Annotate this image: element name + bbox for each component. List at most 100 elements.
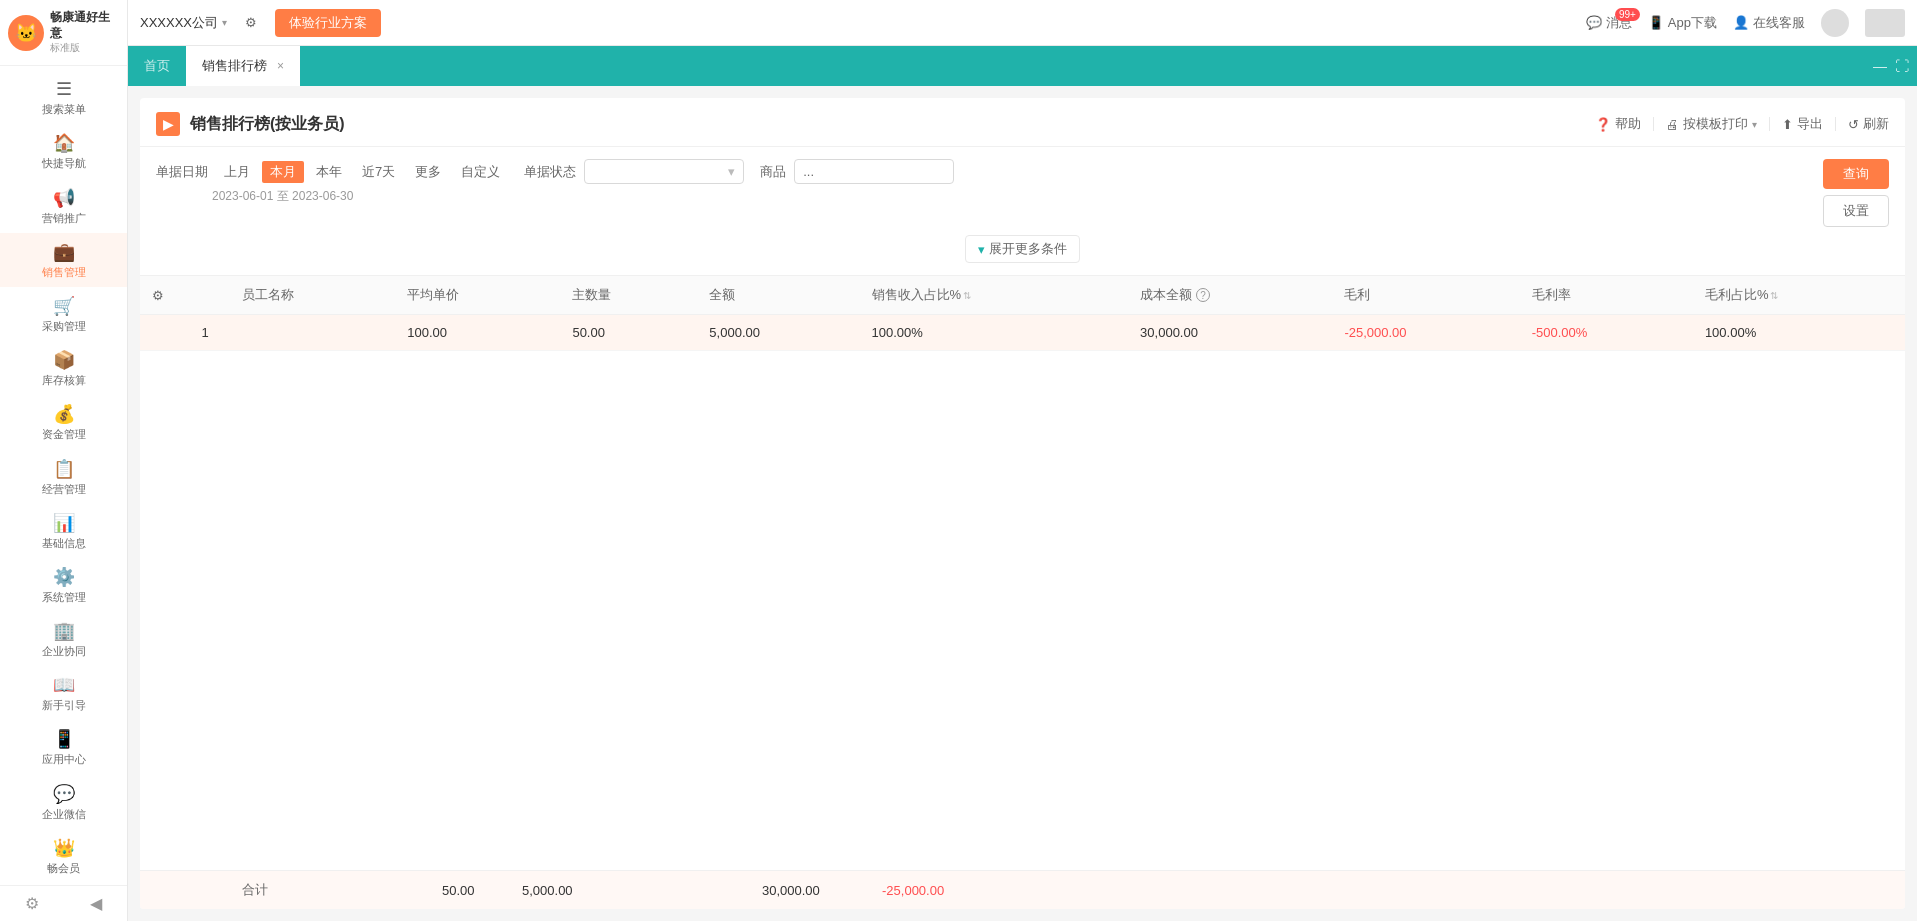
sidebar-item-finance-label: 资金管理 <box>42 428 86 441</box>
trial-button[interactable]: 体验行业方案 <box>275 9 381 37</box>
col-cost: 成本全额 ? <box>1128 276 1332 315</box>
marketing-icon: 📢 <box>53 187 75 209</box>
status-filter-item: 单据状态 ▾ <box>524 159 744 184</box>
sidebar-item-basic-label: 基础信息 <box>42 537 86 550</box>
app-download-icon: 📱 <box>1648 15 1664 30</box>
col-amount: 全额 <box>697 276 859 315</box>
sidebar-item-wechat[interactable]: 💬 企业微信 <box>0 775 127 829</box>
back-arrow-icon: ▶ <box>163 116 174 132</box>
status-select[interactable]: ▾ <box>584 159 744 184</box>
page-title: 销售排行榜(按业务员) <box>190 114 345 135</box>
sidebar-item-inventory[interactable]: 📦 库存核算 <box>0 341 127 395</box>
col-qty: 主数量 <box>560 276 697 315</box>
date-tab-this-year[interactable]: 本年 <box>308 161 350 183</box>
col-profit-pct[interactable]: 毛利占比% ⇅ <box>1693 276 1905 315</box>
export-icon: ⬆ <box>1782 117 1793 132</box>
app-download-label: App下载 <box>1668 14 1717 32</box>
col-cost-info-icon[interactable]: ? <box>1196 288 1210 302</box>
company-dropdown-icon: ▾ <box>222 17 227 28</box>
sidebar-item-apps[interactable]: 📱 应用中心 <box>0 720 127 774</box>
user-avatar[interactable] <box>1821 9 1849 37</box>
window-minimize-icon[interactable]: — <box>1873 58 1887 74</box>
company-selector[interactable]: XXXXXX公司 ▾ <box>140 14 227 32</box>
col-amount-label: 全额 <box>709 287 735 302</box>
user-menu[interactable] <box>1865 9 1905 37</box>
table-cell: 100.00 <box>395 315 560 351</box>
status-filter-label: 单据状态 <box>524 163 576 181</box>
setting-button[interactable]: 设置 <box>1823 195 1889 227</box>
sidebar-item-basic[interactable]: 📊 基础信息 <box>0 504 127 558</box>
table-cell: 50.00 <box>560 315 697 351</box>
filter-wrapper: 单据日期 上月 本月 本年 近7天 更多 自定义 <box>156 159 1889 227</box>
app-download-button[interactable]: 📱 App下载 <box>1648 14 1717 32</box>
tab-sales-ranking[interactable]: 销售排行榜 × <box>186 46 300 86</box>
date-tab-7days[interactable]: 近7天 <box>354 161 403 183</box>
sidebar-item-member[interactable]: 👑 畅会员 <box>0 829 127 883</box>
back-arrow-button[interactable]: ▶ <box>156 112 180 136</box>
logo-text-block: 畅康通好生意 标准版 <box>50 10 119 55</box>
wechat-icon: 💬 <box>53 783 75 805</box>
filter-area: 单据日期 上月 本月 本年 近7天 更多 自定义 <box>140 147 1905 276</box>
online-service-button[interactable]: 👤 在线客服 <box>1733 14 1805 32</box>
sidebar-settings-button[interactable]: ⚙ <box>25 894 39 913</box>
sort-profit-pct-icon[interactable]: ⇅ <box>1770 290 1778 301</box>
sidebar-item-sales[interactable]: 💼 销售管理 <box>0 233 127 287</box>
sidebar-item-purchase[interactable]: 🛒 采购管理 <box>0 287 127 341</box>
sidebar-item-finance[interactable]: 💰 资金管理 <box>0 395 127 449</box>
expand-button[interactable]: ▾ 展开更多条件 <box>965 235 1080 263</box>
goods-filter-label: 商品 <box>760 163 786 181</box>
table-area: ⚙ 员工名称 平均单价 主数量 <box>140 276 1905 870</box>
expand-chevron-icon: ▾ <box>978 242 985 257</box>
col-settings[interactable]: ⚙ <box>140 276 180 315</box>
date-tab-this-month[interactable]: 本月 <box>262 161 304 183</box>
footer-qty: 50.00 <box>442 883 522 898</box>
sidebar-item-guide[interactable]: 📖 新手引导 <box>0 666 127 720</box>
filter-row-1: 单据日期 上月 本月 本年 近7天 更多 自定义 <box>156 159 1807 184</box>
table-row: 1100.0050.005,000.00100.00%30,000.00-25,… <box>140 315 1905 351</box>
member-icon: 👑 <box>53 837 75 859</box>
finance-icon: 💰 <box>53 403 75 425</box>
topbar-settings-button[interactable]: ⚙ <box>237 9 265 37</box>
messages-button[interactable]: 💬 消息 99+ <box>1586 14 1632 32</box>
sidebar-item-corp[interactable]: 🏢 企业协同 <box>0 612 127 666</box>
sidebar-item-shortcut[interactable]: 🏠 快捷导航 <box>0 124 127 178</box>
sidebar-logo: 🐱 畅康通好生意 标准版 <box>0 0 127 66</box>
table-body: 1100.0050.005,000.00100.00%30,000.00-25,… <box>140 315 1905 351</box>
sidebar-item-system[interactable]: ⚙️ 系统管理 <box>0 558 127 612</box>
refresh-button[interactable]: ↺ 刷新 <box>1848 115 1889 133</box>
sort-sales-pct-icon[interactable]: ⇅ <box>963 290 971 301</box>
tab-close-icon[interactable]: × <box>277 59 284 73</box>
divider-1 <box>1653 117 1654 131</box>
print-chevron: ▾ <box>1752 119 1757 130</box>
help-button[interactable]: ❓ 帮助 <box>1595 115 1641 133</box>
table-cell: 30,000.00 <box>1128 315 1332 351</box>
date-tab-custom[interactable]: 自定义 <box>453 161 508 183</box>
header-actions: ❓ 帮助 🖨 按模板打印 ▾ ⬆ 导出 <box>1595 115 1889 133</box>
search-menu-icon: ☰ <box>56 78 72 100</box>
inventory-icon: 📦 <box>53 349 75 371</box>
sidebar-item-search[interactable]: ☰ 搜索菜单 <box>0 70 127 124</box>
table-cell <box>230 315 395 351</box>
query-button[interactable]: 查询 <box>1823 159 1889 189</box>
table-cell: 100.00% <box>1693 315 1905 351</box>
tab-home[interactable]: 首页 <box>128 46 186 86</box>
guide-icon: 📖 <box>53 674 75 696</box>
sidebar-collapse-button[interactable]: ◀ <box>90 894 102 913</box>
refresh-icon: ↺ <box>1848 117 1859 132</box>
date-tab-more[interactable]: 更多 <box>407 161 449 183</box>
date-tab-last-month[interactable]: 上月 <box>216 161 258 183</box>
sidebar-item-marketing[interactable]: 📢 营销推广 <box>0 179 127 233</box>
goods-input[interactable]: ... <box>794 159 954 184</box>
basic-icon: 📊 <box>53 512 75 534</box>
print-button[interactable]: 🖨 按模板打印 ▾ <box>1666 115 1757 133</box>
export-button[interactable]: ⬆ 导出 <box>1782 115 1823 133</box>
sidebar-item-operation[interactable]: 📋 经营管理 <box>0 450 127 504</box>
col-avg-price-label: 平均单价 <box>407 287 459 302</box>
tabbar-right: — ⛶ <box>1873 58 1917 74</box>
table-cell <box>140 315 180 351</box>
print-label: 按模板打印 <box>1683 115 1748 133</box>
page-card: ▶ 销售排行榜(按业务员) ❓ 帮助 🖨 按模板打印 ▾ <box>140 98 1905 909</box>
window-maximize-icon[interactable]: ⛶ <box>1895 58 1909 74</box>
tab-sales-ranking-label: 销售排行榜 <box>202 57 267 75</box>
col-sales-pct[interactable]: 销售收入占比% ⇅ <box>860 276 1129 315</box>
